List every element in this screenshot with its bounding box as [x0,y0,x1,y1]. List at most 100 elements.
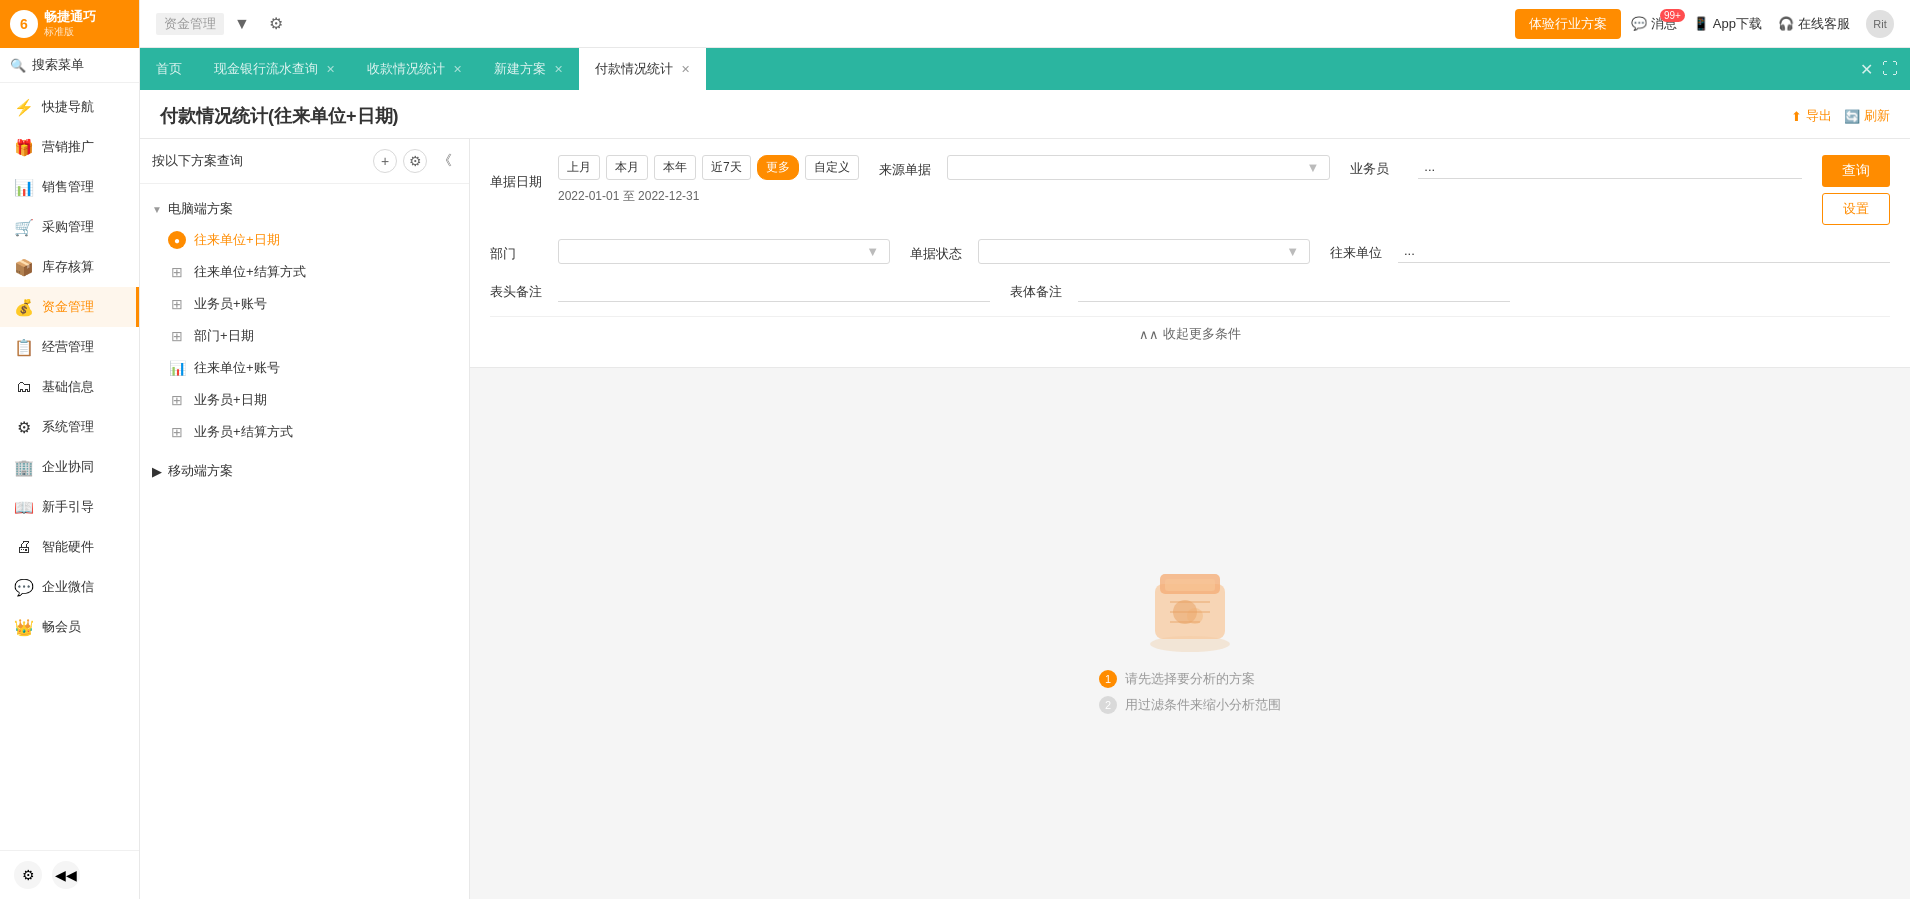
sidebar-item-guide[interactable]: 📖 新手引导 [0,487,139,527]
scheme-item-staff-account-label: 业务员+账号 [194,295,267,313]
sidebar-item-capital[interactable]: 💰 资金管理 [0,287,139,327]
scheme-item-unit-account[interactable]: 📊 往来单位+账号 [140,352,469,384]
header-right: 💬 消息 99+ 📱 App下载 🎧 在线客服 Rit [1631,10,1894,38]
date-btn-this-year[interactable]: 本年 [654,155,696,180]
date-btn-last-month[interactable]: 上月 [558,155,600,180]
sidebar-item-quick-nav[interactable]: ⚡ 快捷导航 [0,87,139,127]
sidebar-item-operation[interactable]: 📋 经营管理 [0,327,139,367]
guide-icon: 📖 [14,497,34,517]
breadcrumb-dropdown-btn[interactable]: ▼ [230,12,254,36]
customer-service-btn[interactable]: 🎧 在线客服 [1778,15,1850,33]
sidebar-item-wechat[interactable]: 💬 企业微信 [0,567,139,607]
mobile-group-arrow: ▶ [152,464,162,479]
date-btn-custom[interactable]: 自定义 [805,155,859,180]
app-download-btn[interactable]: 📱 App下载 [1693,15,1762,33]
settings-footer-btn[interactable]: ⚙ [14,861,42,889]
sidebar-item-basic[interactable]: 🗂 基础信息 [0,367,139,407]
scheme-item-staff-settle[interactable]: ⊞ 业务员+结算方式 [140,416,469,448]
scheme-item-staff-account[interactable]: ⊞ 业务员+账号 [140,288,469,320]
scheme-settings-btn[interactable]: ⚙ [403,149,427,173]
sidebar-item-inventory[interactable]: 📦 库存核算 [0,247,139,287]
close-window-btn[interactable]: ✕ [1858,61,1874,77]
page-header: 付款情况统计(往来单位+日期) ⬆ 导出 🔄 刷新 [140,90,1910,139]
sales-icon: 📊 [14,177,34,197]
scheme-item-unit-account-label: 往来单位+账号 [194,359,280,377]
scheme-item-staff-date[interactable]: ⊞ 业务员+日期 [140,384,469,416]
tab-new-scheme-close[interactable]: ✕ [554,63,563,76]
body-note-input[interactable] [1078,278,1510,302]
maximize-btn[interactable]: ⛶ [1882,61,1898,77]
query-btn[interactable]: 查询 [1822,155,1890,187]
sidebar-item-system[interactable]: ⚙ 系统管理 [0,407,139,447]
sidebar-item-sales[interactable]: 📊 销售管理 [0,167,139,207]
scheme-item-unit-account-icon: 📊 [168,359,186,377]
content-body: 按以下方案查询 + ⚙ 《 ▼ 电脑端方案 [140,139,1910,899]
top-header: 资金管理 ▼ ⚙ 体验行业方案 💬 消息 99+ 📱 App下载 🎧 在线客服 … [140,0,1910,48]
search-menu[interactable]: 🔍 搜索菜单 [0,48,139,83]
filter-group-status: 单据状态 ▼ [910,239,1310,264]
filter-group-date: 单据日期 上月 本月 本年 近7天 更多 自定义 20 [490,155,859,205]
source-arrow-icon: ▼ [1306,160,1319,175]
collapse-sidebar-btn[interactable]: ◀◀ [52,861,80,889]
tip-text-2: 用过滤条件来缩小分析范围 [1125,696,1281,714]
desktop-group-header[interactable]: ▼ 电脑端方案 [140,194,469,224]
status-select[interactable]: ▼ [978,239,1310,264]
tab-payment-close[interactable]: ✕ [681,63,690,76]
scheme-item-unit-settle[interactable]: ⊞ 往来单位+结算方式 [140,256,469,288]
corp-label: 企业协同 [42,458,94,476]
date-btn-more[interactable]: 更多 [757,155,799,180]
dept-select[interactable]: ▼ [558,239,890,264]
mobile-group-label: 移动端方案 [168,462,233,480]
refresh-btn[interactable]: 🔄 刷新 [1844,107,1890,125]
desktop-group-label: 电脑端方案 [168,200,233,218]
source-label: 来源单据 [879,157,939,179]
source-select[interactable]: ▼ [947,155,1331,180]
collapse-conditions-btn[interactable]: ∧∧ 收起更多条件 [490,316,1890,351]
tab-window-btns: ✕ ⛶ [1858,61,1910,77]
mobile-group-header[interactable]: ▶ 移动端方案 [140,456,469,486]
scheme-item-unit-date[interactable]: ● 往来单位+日期 [140,224,469,256]
date-btn-this-month[interactable]: 本月 [606,155,648,180]
tab-bank-close[interactable]: ✕ [326,63,335,76]
desktop-scheme-group: ▼ 电脑端方案 ● 往来单位+日期 ⊞ 往来单位+结算方式 [140,190,469,452]
quick-nav-label: 快捷导航 [42,98,94,116]
tab-receivable[interactable]: 收款情况统计 ✕ [351,48,478,90]
search-icon: 🔍 [10,58,26,73]
sidebar-item-corp[interactable]: 🏢 企业协同 [0,447,139,487]
export-btn[interactable]: ⬆ 导出 [1791,107,1832,125]
tab-payment[interactable]: 付款情况统计 ✕ [579,48,706,90]
logo-icon: 6 [10,10,38,38]
trial-btn[interactable]: 体验行业方案 [1515,9,1621,39]
basic-icon: 🗂 [14,377,34,397]
scheme-item-staff-settle-label: 业务员+结算方式 [194,423,293,441]
user-avatar[interactable]: Rit [1866,10,1894,38]
sidebar-item-purchase[interactable]: 🛒 采购管理 [0,207,139,247]
scheme-item-staff-account-icon: ⊞ [168,295,186,313]
tab-receivable-close[interactable]: ✕ [453,63,462,76]
filter-settings-btn[interactable]: 设置 [1822,193,1890,225]
tab-new-scheme[interactable]: 新建方案 ✕ [478,48,579,90]
tab-bank[interactable]: 现金银行流水查询 ✕ [198,48,351,90]
sidebar-item-hardware[interactable]: 🖨 智能硬件 [0,527,139,567]
add-scheme-btn[interactable]: + [373,149,397,173]
sidebar-item-marketing[interactable]: 🎁 营销推广 [0,127,139,167]
header-gear-btn[interactable]: ⚙ [260,8,292,40]
staff-input[interactable] [1418,155,1802,179]
member-label: 畅会员 [42,618,81,636]
date-btn-last-7[interactable]: 近7天 [702,155,751,180]
operation-icon: 📋 [14,337,34,357]
empty-tip-1: 1 请先选择要分析的方案 [1099,670,1281,688]
capital-icon: 💰 [14,297,34,317]
messages-btn[interactable]: 💬 消息 99+ [1631,15,1677,33]
app-name: 畅捷通巧 [44,9,96,26]
collapse-left-panel-btn[interactable]: 《 [433,149,457,173]
page-title: 付款情况统计(往来单位+日期) [160,104,399,128]
app-logo: 6 畅捷通巧 标准版 [0,0,139,48]
head-note-input[interactable] [558,278,990,302]
empty-illustration [1130,554,1250,654]
tab-home[interactable]: 首页 [140,48,198,90]
scheme-item-dept-date[interactable]: ⊞ 部门+日期 [140,320,469,352]
sidebar-item-member[interactable]: 👑 畅会员 [0,607,139,647]
corp-icon: 🏢 [14,457,34,477]
unit-input[interactable] [1398,239,1890,263]
